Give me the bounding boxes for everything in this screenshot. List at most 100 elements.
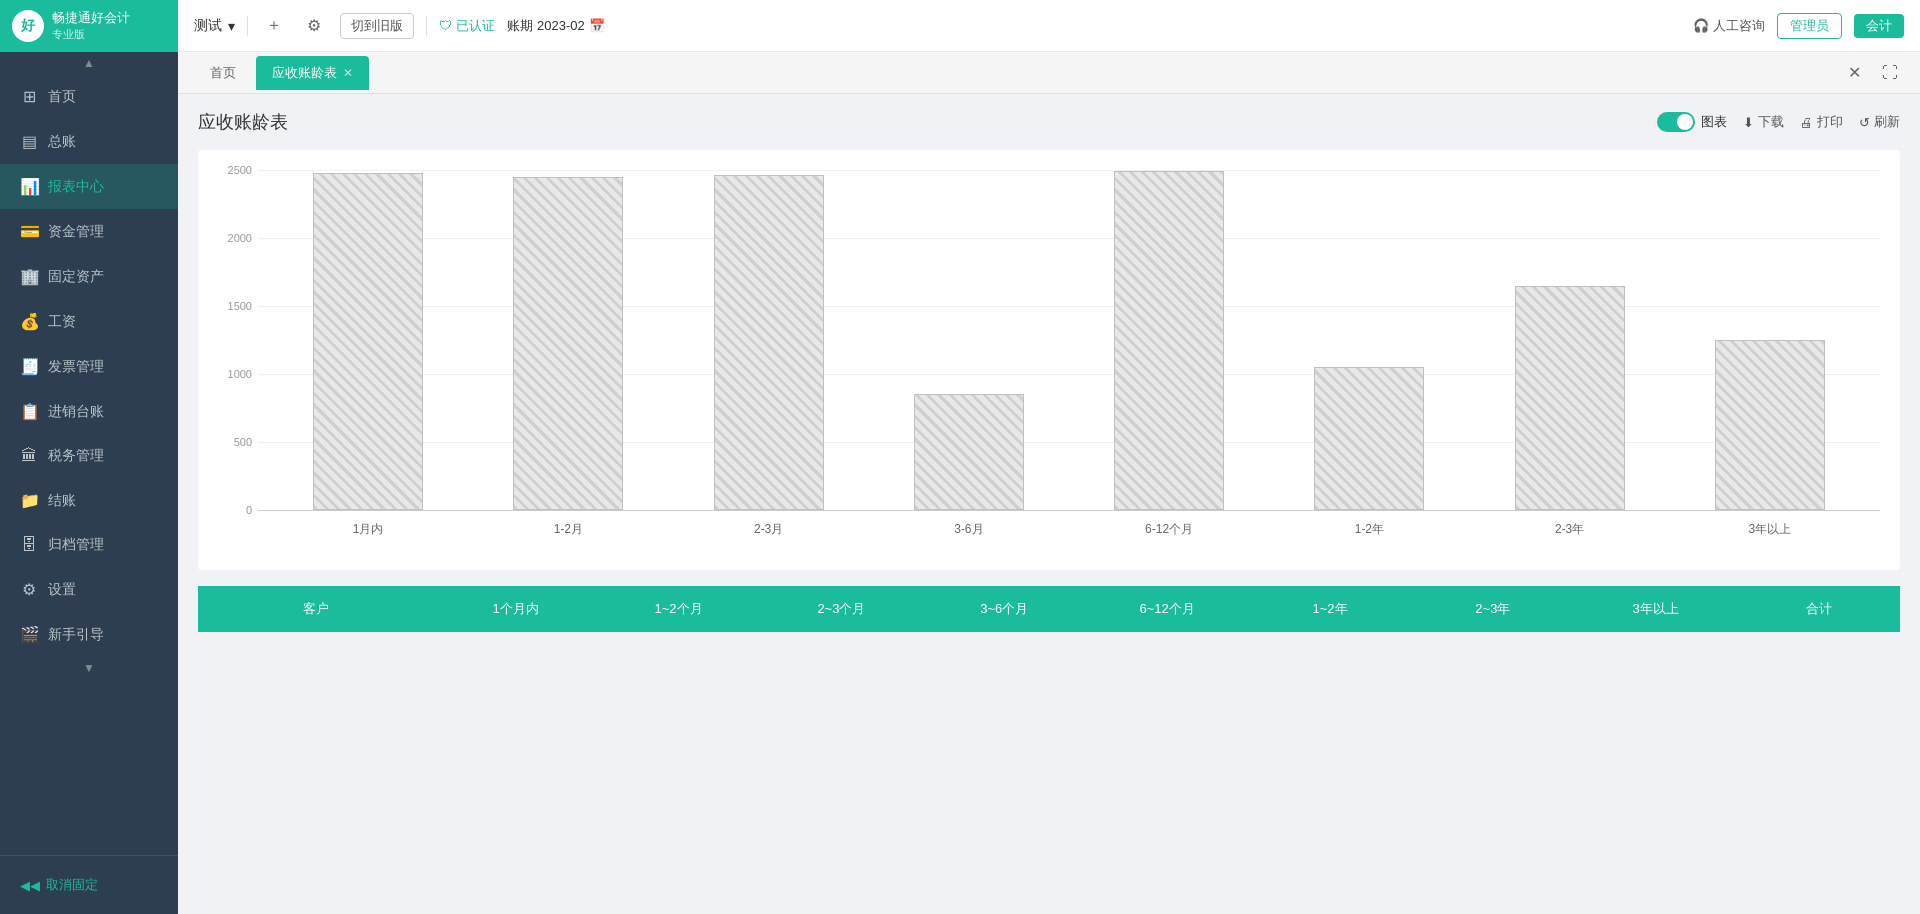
- tabbar: 首页 应收账龄表 ✕ ✕ ⛶: [178, 52, 1920, 94]
- sidebar-item-tax[interactable]: 🏛 税务管理: [0, 434, 178, 478]
- sidebar-item-label: 报表中心: [48, 178, 104, 196]
- bar-6: [1515, 286, 1625, 510]
- topbar: 测试 ▾ ＋ ⚙ 切到旧版 🛡 已认证 账期 2023-02 📅 🎧 人工咨询 …: [178, 0, 1920, 52]
- old-version-button[interactable]: 切到旧版: [340, 13, 414, 39]
- sidebar-item-reports[interactable]: 📊 报表中心: [0, 164, 178, 209]
- project-name: 测试: [194, 17, 222, 35]
- sidebar-item-label: 结账: [48, 492, 76, 510]
- scroll-down-indicator: ▼: [0, 657, 178, 679]
- sidebar-item-label: 设置: [48, 581, 76, 599]
- page-actions: 图表 ⬇ 下载 🖨 打印 ↺ 刷新: [1657, 112, 1900, 132]
- tax-icon: 🏛: [20, 447, 38, 465]
- bar-group-1: 1-2月: [468, 170, 668, 510]
- sidebar-item-label: 资金管理: [48, 223, 104, 241]
- topbar-right: 🎧 人工咨询 管理员 会计: [1693, 13, 1904, 39]
- logo-icon: 好: [12, 10, 44, 42]
- bar-group-5: 1-2年: [1269, 170, 1469, 510]
- assets-icon: 🏢: [20, 267, 38, 286]
- refresh-button[interactable]: ↺ 刷新: [1859, 113, 1900, 131]
- sidebar-item-label: 进销台账: [48, 403, 104, 421]
- sidebar-bottom: ◀◀ 取消固定: [0, 855, 178, 914]
- bar-x-label-6: 2-3年: [1555, 521, 1584, 538]
- shield-icon: 🛡: [439, 18, 452, 33]
- close-tab-button[interactable]: ✕: [1840, 59, 1868, 87]
- tab-receivable-aging-label: 应收账龄表: [272, 64, 337, 82]
- topbar-divider-2: [426, 16, 427, 36]
- headset-icon: 🎧: [1693, 18, 1709, 33]
- tab-home[interactable]: 首页: [194, 56, 252, 90]
- sidebar-item-close-accounts[interactable]: 📁 结账: [0, 478, 178, 523]
- sidebar-item-label: 发票管理: [48, 358, 104, 376]
- download-icon: ⬇: [1743, 115, 1754, 130]
- sidebar-item-salary[interactable]: 💰 工资: [0, 299, 178, 344]
- bar-x-label-3: 3-6月: [954, 521, 983, 538]
- th-1-2month: 1~2个月: [597, 586, 760, 632]
- sidebar-logo: 好 畅捷通好会计 专业版: [0, 0, 178, 52]
- sidebar-item-guide[interactable]: 🎬 新手引导: [0, 612, 178, 657]
- accountant-button[interactable]: 会计: [1854, 14, 1904, 38]
- sidebar-item-archive[interactable]: 🗄 归档管理: [0, 523, 178, 567]
- download-button[interactable]: ⬇ 下载: [1743, 113, 1784, 131]
- bar-4: [1114, 171, 1224, 510]
- sidebar-item-home[interactable]: ⊞ 首页: [0, 74, 178, 119]
- archive-icon: 🗄: [20, 536, 38, 554]
- user-button[interactable]: 管理员: [1777, 13, 1842, 39]
- period-display: 账期 2023-02 📅: [507, 17, 605, 35]
- sidebar-item-label: 新手引导: [48, 626, 104, 644]
- tab-home-label: 首页: [210, 64, 236, 82]
- th-2-3year: 2~3年: [1411, 586, 1574, 632]
- th-2-3month: 2~3个月: [760, 586, 923, 632]
- expand-button[interactable]: ⛶: [1876, 59, 1904, 87]
- bar-3: [914, 394, 1024, 510]
- bar-group-2: 2-3月: [669, 170, 869, 510]
- chevron-down-icon: ▾: [228, 18, 235, 34]
- bar-1: [513, 177, 623, 510]
- certified-badge: 🛡 已认证: [439, 17, 495, 35]
- sidebar-item-ledger[interactable]: ▤ 总账: [0, 119, 178, 164]
- th-1month: 1个月内: [434, 586, 597, 632]
- bar-chart: 250020001500100050001月内1-2月2-3月3-6月6-12个…: [258, 170, 1880, 550]
- sidebar-nav: ▲ ⊞ 首页 ▤ 总账 📊 报表中心 💳 资金管理 🏢 固定资产 💰 工资 🧾: [0, 52, 178, 855]
- bar-group-7: 3年以上: [1670, 170, 1870, 510]
- add-button[interactable]: ＋: [260, 12, 288, 40]
- th-customer: 客户: [198, 586, 434, 632]
- bar-x-label-2: 2-3月: [754, 521, 783, 538]
- calendar-icon[interactable]: 📅: [589, 18, 605, 33]
- sidebar-item-settings[interactable]: ⚙ 设置: [0, 567, 178, 612]
- th-total: 合计: [1737, 586, 1900, 632]
- refresh-icon: ↺: [1859, 115, 1870, 130]
- bar-x-label-0: 1月内: [353, 521, 384, 538]
- main-area: 测试 ▾ ＋ ⚙ 切到旧版 🛡 已认证 账期 2023-02 📅 🎧 人工咨询 …: [178, 0, 1920, 914]
- cancel-fixed-button[interactable]: ◀◀ 取消固定: [0, 866, 178, 904]
- sidebar-item-label: 首页: [48, 88, 76, 106]
- settings-gear-button[interactable]: ⚙: [300, 12, 328, 40]
- bar-x-label-4: 6-12个月: [1145, 521, 1193, 538]
- tab-close-icon[interactable]: ✕: [343, 66, 353, 80]
- page-title: 应收账龄表: [198, 110, 288, 134]
- bar-x-label-1: 1-2月: [554, 521, 583, 538]
- sidebar-item-assets[interactable]: 🏢 固定资产: [0, 254, 178, 299]
- consult-button[interactable]: 🎧 人工咨询: [1693, 17, 1765, 35]
- bar-x-label-5: 1-2年: [1355, 521, 1384, 538]
- page-content: 应收账龄表 图表 ⬇ 下载 🖨 打印 ↺ 刷新: [178, 94, 1920, 914]
- th-6-12month: 6~12个月: [1086, 586, 1249, 632]
- print-button[interactable]: 🖨 打印: [1800, 113, 1843, 131]
- sidebar-item-label: 归档管理: [48, 536, 104, 554]
- bar-group-6: 2-3年: [1470, 170, 1670, 510]
- chart-toggle-switch[interactable]: [1657, 112, 1695, 132]
- sidebar-item-label: 税务管理: [48, 447, 104, 465]
- sidebar-item-invoice[interactable]: 🧾 发票管理: [0, 344, 178, 389]
- salary-icon: 💰: [20, 312, 38, 331]
- tab-receivable-aging[interactable]: 应收账龄表 ✕: [256, 56, 369, 90]
- sidebar-item-stock[interactable]: 📋 进销台账: [0, 389, 178, 434]
- bar-7: [1715, 340, 1825, 510]
- page-title-bar: 应收账龄表 图表 ⬇ 下载 🖨 打印 ↺ 刷新: [198, 110, 1900, 134]
- close-accounts-icon: 📁: [20, 491, 38, 510]
- project-selector[interactable]: 测试 ▾: [194, 17, 235, 35]
- sidebar: 好 畅捷通好会计 专业版 ▲ ⊞ 首页 ▤ 总账 📊 报表中心 💳 资金管理 🏢: [0, 0, 178, 914]
- guide-icon: 🎬: [20, 625, 38, 644]
- scroll-up-indicator: ▲: [0, 52, 178, 74]
- settings-icon: ⚙: [20, 580, 38, 599]
- th-over-3year: 3年以上: [1574, 586, 1737, 632]
- sidebar-item-capital[interactable]: 💳 资金管理: [0, 209, 178, 254]
